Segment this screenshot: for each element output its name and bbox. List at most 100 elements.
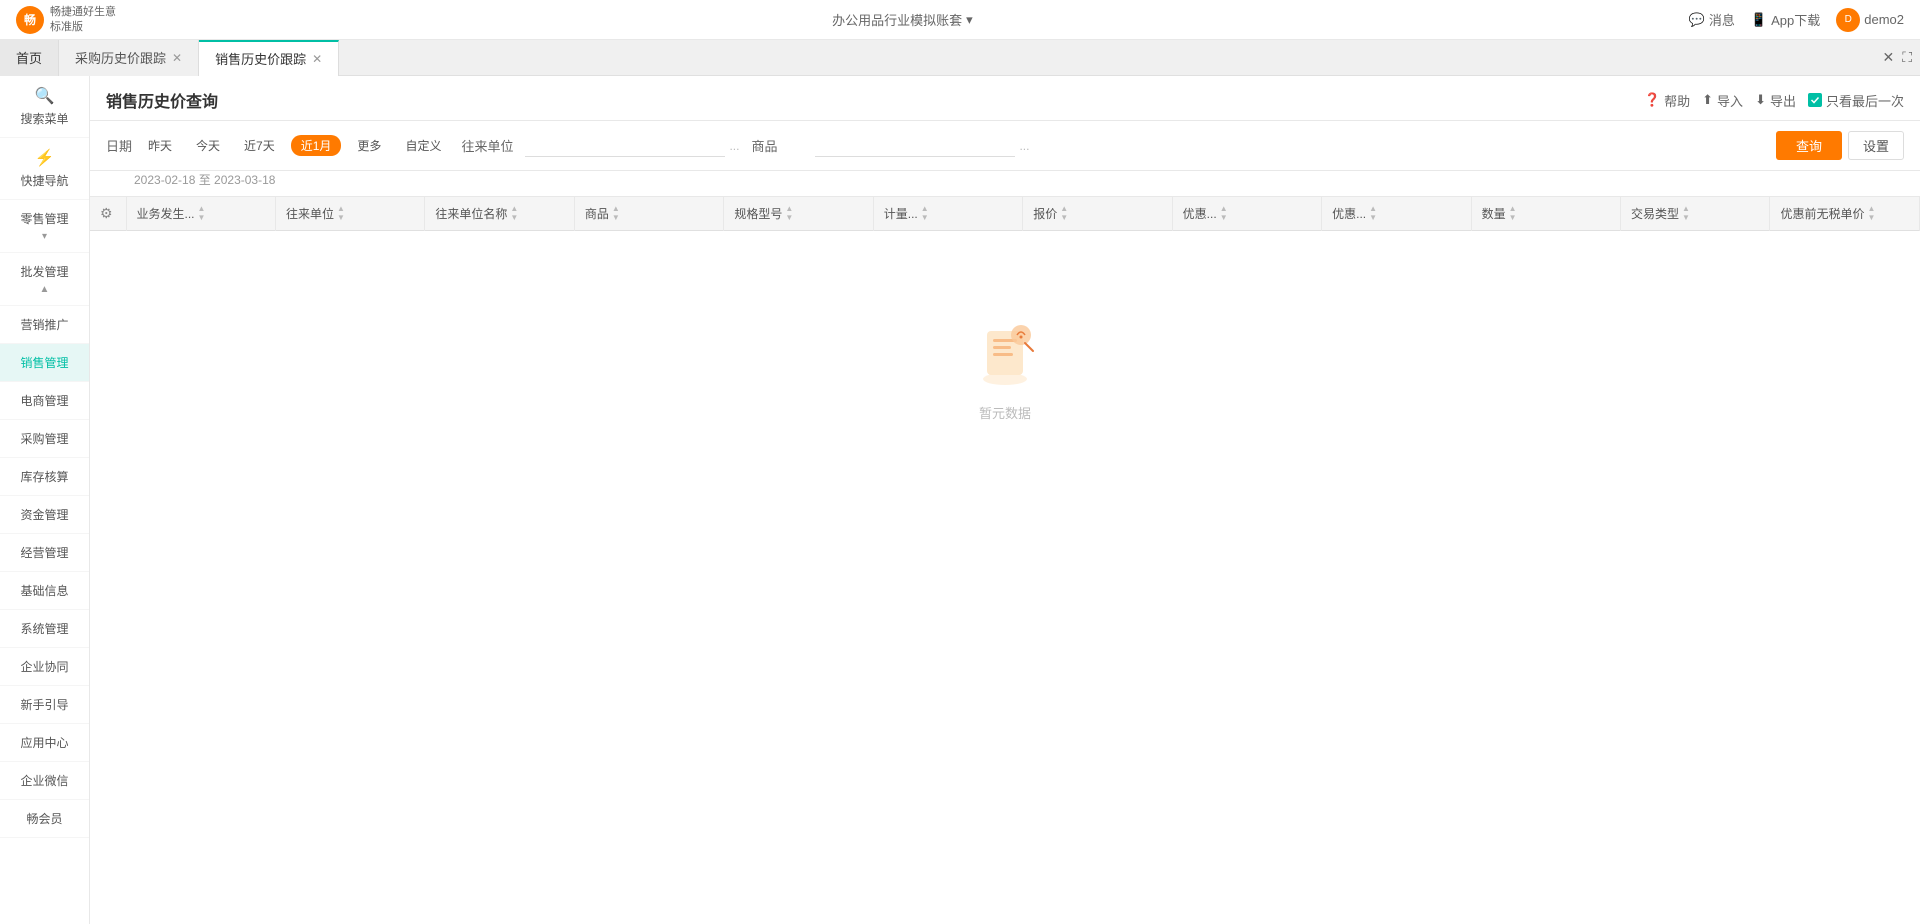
th-unit[interactable]: 计量... ▲ ▼ [873, 197, 1022, 231]
date-today-btn[interactable]: 今天 [188, 135, 228, 156]
table-header-row: ⚙ 业务发生... ▲ ▼ [90, 197, 1920, 231]
data-table: ⚙ 业务发生... ▲ ▼ [90, 197, 1920, 231]
app-download-button[interactable]: 📱 App下载 [1751, 10, 1820, 29]
only-last-checkbox[interactable] [1808, 93, 1822, 107]
th-trade-type[interactable]: 交易类型 ▲ ▼ [1621, 197, 1770, 231]
sidebar-item-app-center[interactable]: 应用中心 [0, 724, 89, 762]
tab-home[interactable]: 首页 [0, 40, 59, 76]
goods-label: 商品 [751, 136, 811, 155]
msg-button[interactable]: 💬 消息 [1689, 10, 1735, 29]
th-price[interactable]: 报价 ▲ ▼ [1023, 197, 1172, 231]
counterpart-expand-icon[interactable]: ... [729, 139, 739, 153]
sidebar-item-purchase[interactable]: 采购管理 [0, 420, 89, 458]
filter-actions: 查询 设置 [1776, 131, 1904, 160]
export-icon: ⬇ [1755, 92, 1766, 108]
fullscreen-button[interactable]: ⛶ [1902, 49, 1912, 66]
close-all-tabs-button[interactable]: ✕ [1882, 49, 1894, 66]
date-label: 日期 [106, 136, 132, 155]
tab-purchase-history-close[interactable]: ✕ [172, 51, 182, 65]
help-icon: ❓ [1644, 92, 1660, 108]
date-filter-group: 日期 昨天 今天 近7天 近1月 更多 自定义 [106, 135, 449, 156]
sidebar-item-finance[interactable]: 资金管理 [0, 496, 89, 534]
tab-purchase-history[interactable]: 采购历史价跟踪 ✕ [59, 40, 199, 76]
quick-nav-icon: ⚡ [35, 148, 55, 168]
sidebar-item-retail[interactable]: 零售管理 ▾ [0, 200, 89, 253]
th-discount2[interactable]: 优惠... ▲ ▼ [1322, 197, 1471, 231]
th-biz-date[interactable]: 业务发生... ▲ ▼ [126, 197, 275, 231]
topbar-center: 办公用品行业模拟账套 ▾ [832, 10, 973, 29]
sidebar-item-newbie[interactable]: 新手引导 [0, 686, 89, 724]
query-button[interactable]: 查询 [1776, 131, 1842, 160]
goods-input[interactable] [815, 135, 1015, 157]
date-last7-btn[interactable]: 近7天 [236, 135, 283, 156]
th-spec[interactable]: 规格型号 ▲ ▼ [724, 197, 873, 231]
page-title: 销售历史价查询 [106, 88, 218, 112]
sidebar-item-wholesale[interactable]: 批发管理 ▲ [0, 253, 89, 306]
sort-arrows-discount1: ▲ ▼ [1220, 205, 1228, 222]
sidebar-item-basic-info[interactable]: 基础信息 [0, 572, 89, 610]
help-button[interactable]: ❓ 帮助 [1644, 91, 1690, 110]
th-settings: ⚙ [90, 197, 126, 231]
empty-state: 暂元数据 [90, 231, 1920, 502]
phone-icon: 📱 [1751, 12, 1767, 28]
goods-expand-icon[interactable]: ... [1019, 139, 1029, 153]
counterpart-label: 往来单位 [461, 136, 521, 155]
sidebar-item-inventory[interactable]: 库存核算 [0, 458, 89, 496]
date-custom-btn[interactable]: 自定义 [397, 135, 449, 156]
date-yesterday-btn[interactable]: 昨天 [140, 135, 180, 156]
page-header-actions: ❓ 帮助 ⬆ 导入 ⬇ 导出 只看最后一次 [1644, 91, 1904, 110]
user-menu[interactable]: D demo2 [1836, 8, 1904, 32]
goods-filter-group: 商品 ... [751, 135, 1029, 157]
sort-arrows-spec: ▲ ▼ [785, 205, 793, 222]
date-more-btn[interactable]: 更多 [349, 135, 389, 156]
topbar: 畅 畅捷通好生意 标准版 办公用品行业模拟账套 ▾ 💬 消息 📱 App下载 D… [0, 0, 1920, 40]
avatar: D [1836, 8, 1860, 32]
topbar-right: 💬 消息 📱 App下载 D demo2 [1689, 8, 1904, 32]
th-goods[interactable]: 商品 ▲ ▼ [574, 197, 723, 231]
sidebar-item-cooperation[interactable]: 企业协同 [0, 648, 89, 686]
import-button[interactable]: ⬆ 导入 [1702, 91, 1743, 110]
date-range-row: 2023-02-18 至 2023-03-18 [90, 171, 1920, 197]
export-button[interactable]: ⬇ 导出 [1755, 91, 1796, 110]
sidebar-item-marketing[interactable]: 营销推广 [0, 306, 89, 344]
sidebar-item-operation[interactable]: 经营管理 [0, 534, 89, 572]
empty-icon [965, 311, 1045, 391]
topbar-company-dropdown[interactable]: 办公用品行业模拟账套 ▾ [832, 10, 973, 29]
logo-text: 畅捷通好生意 标准版 [50, 5, 116, 34]
date-range-text: 2023-02-18 至 2023-03-18 [134, 171, 275, 188]
th-pre-tax-price[interactable]: 优惠前无税单价 ▲ ▼ [1770, 197, 1920, 231]
th-counterpart-name[interactable]: 往来单位名称 ▲ ▼ [425, 197, 574, 231]
sidebar-item-vip[interactable]: 畅会员 [0, 800, 89, 838]
th-discount1[interactable]: 优惠... ▲ ▼ [1172, 197, 1321, 231]
sidebar: 🔍 搜索菜单 ⚡ 快捷导航 零售管理 ▾ 批发管理 ▲ 营销推广 销售管理 电商… [0, 76, 90, 924]
counterpart-input[interactable] [525, 135, 725, 157]
sort-arrows-price: ▲ ▼ [1060, 205, 1068, 222]
sidebar-item-system[interactable]: 系统管理 [0, 610, 89, 648]
sidebar-item-quick-nav[interactable]: ⚡ 快捷导航 [0, 138, 89, 200]
settings-button[interactable]: 设置 [1848, 131, 1904, 160]
sidebar-item-ecommerce[interactable]: 电商管理 [0, 382, 89, 420]
empty-text: 暂元数据 [979, 403, 1031, 422]
sort-arrows-biz-date: ▲ ▼ [198, 205, 206, 222]
sort-arrows-trade-type: ▲ ▼ [1682, 205, 1690, 222]
wholesale-arrow-icon: ▲ [40, 284, 50, 295]
sort-arrows-unit: ▲ ▼ [921, 205, 929, 222]
date-last1m-btn[interactable]: 近1月 [291, 135, 342, 156]
msg-icon: 💬 [1689, 12, 1705, 28]
search-icon: 🔍 [35, 86, 55, 106]
sidebar-item-corp-wechat[interactable]: 企业微信 [0, 762, 89, 800]
import-icon: ⬆ [1702, 92, 1713, 108]
tab-sales-history[interactable]: 销售历史价跟踪 ✕ [199, 40, 339, 76]
sort-arrows-counterpart-name: ▲ ▼ [510, 205, 518, 222]
tab-sales-history-close[interactable]: ✕ [312, 52, 322, 66]
table-container: ⚙ 业务发生... ▲ ▼ [90, 197, 1920, 924]
gear-icon[interactable]: ⚙ [100, 205, 113, 221]
th-counterpart-code[interactable]: 往来单位 ▲ ▼ [275, 197, 424, 231]
retail-arrow-icon: ▾ [42, 231, 47, 242]
sort-arrows-goods: ▲ ▼ [612, 205, 620, 222]
sidebar-item-sales-mgmt[interactable]: 销售管理 [0, 344, 89, 382]
tabbar: 首页 采购历史价跟踪 ✕ 销售历史价跟踪 ✕ ✕ ⛶ [0, 40, 1920, 76]
th-quantity[interactable]: 数量 ▲ ▼ [1471, 197, 1620, 231]
sidebar-item-search[interactable]: 🔍 搜索菜单 [0, 76, 89, 138]
only-last-checkbox-area[interactable]: 只看最后一次 [1808, 91, 1904, 110]
